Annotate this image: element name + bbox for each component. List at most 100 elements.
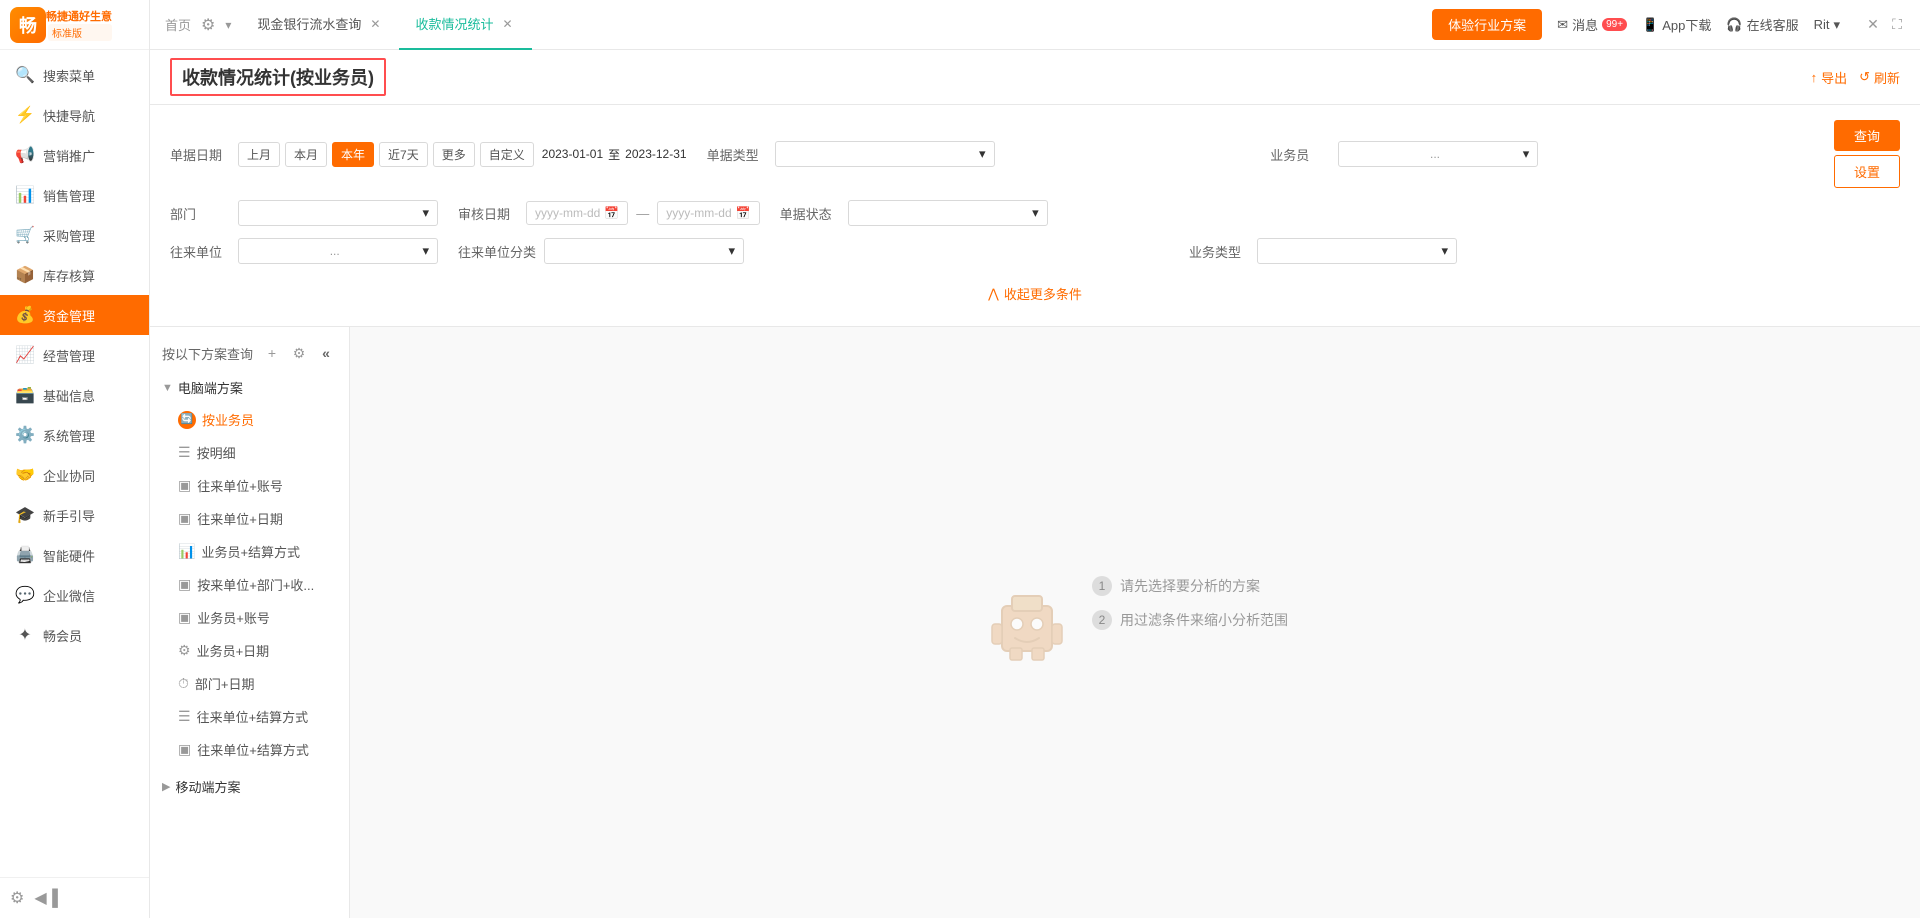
main-area: 首页 ⚙ ▾ 现金银行流水查询 ✕ 收款情况统计 ✕ 体验行业方案 [150,0,1920,918]
window-close-icon[interactable]: ✕ [1865,17,1881,33]
scheme-item-salesperson-settlement[interactable]: 📊 业务员+结算方式 [150,535,349,568]
salesperson-chevron: ▾ [1523,146,1530,162]
business-type-select[interactable]: ▾ [1257,238,1457,264]
sidebar-item-search[interactable]: 🔍 搜索菜单 [0,55,149,95]
scheme-settings-icon[interactable]: ⚙ [288,342,310,364]
tab-bank[interactable]: 现金银行流水查询 ✕ [241,0,399,50]
counterpart-more[interactable]: ... [326,244,344,258]
counterpart-category-select[interactable]: ▾ [544,238,744,264]
query-button[interactable]: 查询 [1834,120,1900,151]
date-btn-this-month[interactable]: 本月 [285,142,327,167]
filter-date: 单据日期 上月 本月 本年 近7天 更多 自定义 2023-01-01 至 20… [170,142,687,167]
trial-btn[interactable]: 体验行业方案 [1432,9,1542,40]
collapse-sidebar-icon[interactable]: ◀▐ [34,888,58,908]
phone-icon: 📱 [1642,17,1658,33]
doc-status-select[interactable]: ▾ [848,200,1048,226]
salesperson-more[interactable]: ... [1426,147,1444,161]
scheme-item-counterpart-settlement2[interactable]: ▣ 往来单位+结算方式 [150,733,349,766]
sidebar-item-inventory[interactable]: 📦 库存核算 [0,255,149,295]
empty-hints: 1 请先选择要分析的方案 2 用过滤条件来缩小分析范围 [1092,576,1288,630]
scheme-item-salesperson-account[interactable]: ▣ 业务员+账号 [150,601,349,634]
tab-collection[interactable]: 收款情况统计 ✕ [399,0,531,50]
scheme-panel: 按以下方案查询 + ⚙ « ▼ 电脑端方案 🔄 按业务员 [150,327,350,918]
scheme-item-counterpart-settlement1[interactable]: ☰ 往来单位+结算方式 [150,700,349,733]
tab-bank-close[interactable]: ✕ [367,16,383,32]
scheme-group-mobile-header[interactable]: ▶ 移动端方案 [150,771,349,802]
sidebar-item-basic[interactable]: 🗃️ 基础信息 [0,375,149,415]
refresh-btn[interactable]: ↺ 刷新 [1859,68,1900,87]
tab-collection-close[interactable]: ✕ [499,16,515,32]
enterprise-icon: 🤝 [15,465,35,485]
counterpart-chevron: ▾ [422,243,429,259]
collapse-icon: ⋀ [988,286,999,302]
scheme-item-dept-date[interactable]: ⏱ 部门+日期 [150,667,349,700]
sidebar-item-marketing[interactable]: 📢 营销推广 [0,135,149,175]
date-btn-this-year[interactable]: 本年 [332,142,374,167]
header-settings-icon[interactable]: ⚙ [201,15,215,35]
scheme-item-by-counterpart-dept[interactable]: ▣ 按来单位+部门+收... [150,568,349,601]
sidebar-item-operations[interactable]: 📈 经营管理 [0,335,149,375]
scheme-add-icon[interactable]: + [261,342,283,364]
sidebar-item-quicknav[interactable]: ⚡ 快捷导航 [0,95,149,135]
review-date-to[interactable]: yyyy-mm-dd 📅 [657,201,759,225]
query-btn-group: 查询 设置 [1834,120,1900,188]
online-service-btn[interactable]: 🎧 在线客服 [1726,15,1798,34]
scheme-item-counterpart-date[interactable]: ▣ 往来单位+日期 [150,502,349,535]
sidebar-item-hardware[interactable]: 🖨️ 智能硬件 [0,535,149,575]
scheme-item-by-detail[interactable]: ☰ 按明细 [150,436,349,469]
date-btn-7days[interactable]: 近7天 [379,142,428,167]
logo-icon: 畅 [10,7,46,43]
sidebar-item-finance[interactable]: 💰 资金管理 [0,295,149,335]
doc-type-select[interactable]: ▾ [775,141,995,167]
sidebar-label-hardware: 智能硬件 [43,546,95,565]
sidebar-label-guide: 新手引导 [43,506,95,525]
settings-button[interactable]: 设置 [1834,155,1900,188]
mobile-group-label: 移动端方案 [175,777,240,796]
scheme-item-by-salesperson[interactable]: 🔄 按业务员 [150,403,349,436]
date-btn-more[interactable]: 更多 [433,142,475,167]
sidebar-item-system[interactable]: ⚙️ 系统管理 [0,415,149,455]
counterpart-date-icon: ▣ [178,510,191,527]
sidebar-label-sales: 销售管理 [43,186,95,205]
header-dropdown-icon[interactable]: ▾ [225,18,231,32]
sidebar-item-sales[interactable]: 📊 销售管理 [0,175,149,215]
calendar-icon-1: 📅 [604,206,619,220]
scheme-group-desktop-header[interactable]: ▼ 电脑端方案 [150,372,349,403]
date-btn-last-month[interactable]: 上月 [238,142,280,167]
salesperson-select[interactable]: ... ▾ [1338,141,1538,167]
settings-bottom-icon[interactable]: ⚙ [10,888,24,908]
review-date-from[interactable]: yyyy-mm-dd 📅 [526,201,628,225]
sidebar-item-wechat[interactable]: 💬 企业微信 [0,575,149,615]
window-maximize-icon[interactable]: ⛶ [1889,17,1905,33]
sidebar-item-enterprise[interactable]: 🤝 企业协同 [0,455,149,495]
sidebar-item-member[interactable]: ✦ 畅会员 [0,615,149,655]
sidebar-label-operations: 经营管理 [43,346,95,365]
scheme-item-salesperson-date[interactable]: ⚙ 业务员+日期 [150,634,349,667]
breadcrumb-home[interactable]: 首页 [165,15,191,34]
date-range-separator: 至 [608,146,620,163]
hardware-icon: 🖨️ [15,545,35,565]
guide-icon: 🎓 [15,505,35,525]
dept-label: 部门 [170,204,230,223]
counterpart-select[interactable]: ... ▾ [238,238,438,264]
collapse-filter-btn[interactable]: ⋀ 收起更多条件 [170,276,1900,311]
date-btn-custom[interactable]: 自定义 [480,142,534,167]
sidebar-item-guide[interactable]: 🎓 新手引导 [0,495,149,535]
scheme-collapse-icon[interactable]: « [315,342,337,364]
user-menu[interactable]: Rit ▾ [1814,17,1840,33]
export-btn[interactable]: ↑ 导出 [1811,68,1848,87]
page-title: 收款情况统计(按业务员) [170,58,386,96]
business-type-chevron: ▾ [1441,243,1448,259]
user-dropdown-icon: ▾ [1833,17,1840,33]
date-from: 2023-01-01 [542,147,603,161]
scheme-item-counterpart-account[interactable]: ▣ 往来单位+账号 [150,469,349,502]
counterpart-settlement1-icon: ☰ [178,708,191,725]
dept-select[interactable]: ▾ [238,200,438,226]
messages-btn[interactable]: ✉ 消息 99+ [1557,15,1627,34]
dept-chevron: ▾ [422,205,429,221]
doc-status-label: 单据状态 [780,204,840,223]
sidebar-label-enterprise: 企业协同 [43,466,95,485]
app-download-btn[interactable]: 📱 App下载 [1642,15,1711,34]
sidebar-item-purchase[interactable]: 🛒 采购管理 [0,215,149,255]
member-icon: ✦ [15,625,35,645]
